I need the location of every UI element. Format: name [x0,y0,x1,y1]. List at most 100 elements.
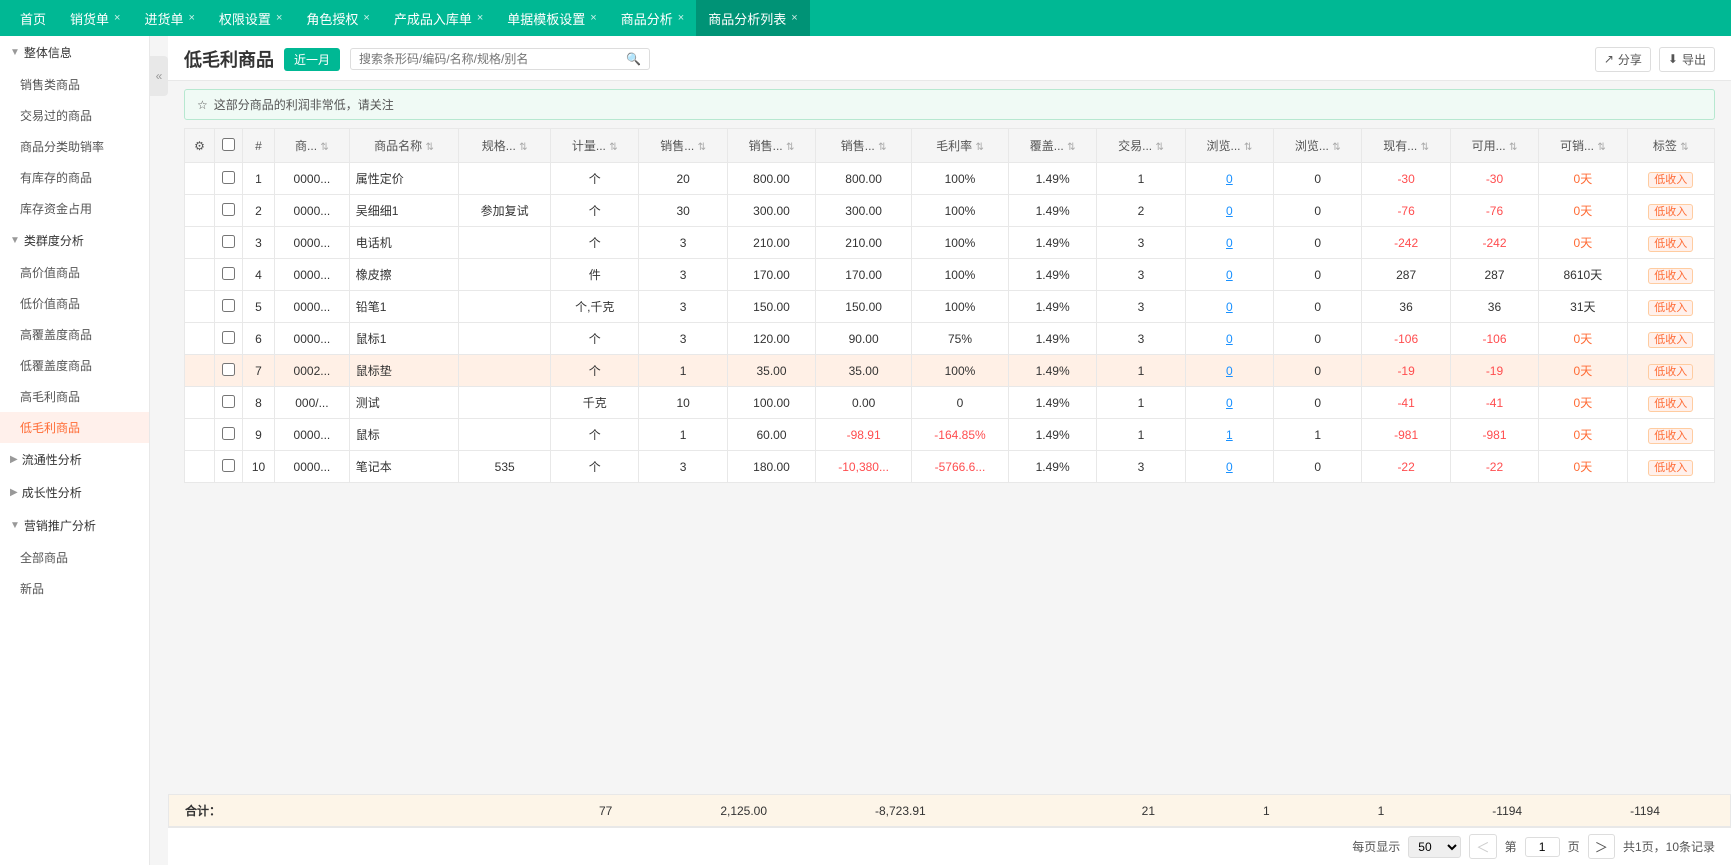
name-cell: 铅笔1 [349,291,458,323]
col-current-stock[interactable]: 现有... ⇅ [1362,129,1450,163]
sidebar-item-low-margin[interactable]: 低毛利商品 [0,412,149,443]
close-icon[interactable]: × [477,12,483,24]
view1-cell[interactable]: 0 [1185,163,1273,195]
chevron-down-icon: ▼ [10,520,20,531]
search-icon[interactable]: 🔍 [626,52,641,66]
col-code[interactable]: 商... ⇅ [275,129,350,163]
check-cell[interactable] [215,451,243,483]
filter-button[interactable]: 近一月 [284,48,340,71]
nav-goods-analysis[interactable]: 商品分析 × [609,0,696,36]
sidebar-item-high-value[interactable]: 高价值商品 [0,257,149,288]
close-icon[interactable]: × [114,12,120,24]
sidebar-item-low-value[interactable]: 低价值商品 [0,288,149,319]
check-cell[interactable] [215,387,243,419]
col-coverage[interactable]: 覆盖... ⇅ [1008,129,1096,163]
nav-permissions[interactable]: 权限设置 × [207,0,294,36]
col-unit[interactable]: 计量... ⇅ [551,129,639,163]
row-checkbox[interactable] [222,363,235,376]
check-cell[interactable] [215,163,243,195]
nav-home[interactable]: 首页 [8,0,58,36]
check-cell[interactable] [215,195,243,227]
sidebar-item-low-coverage[interactable]: 低覆盖度商品 [0,350,149,381]
nav-purchase-order[interactable]: 进货单 × [132,0,206,36]
check-cell[interactable] [215,291,243,323]
sidebar-group-cluster[interactable]: ▼ 类群度分析 [0,224,149,257]
check-cell[interactable] [215,355,243,387]
view1-cell[interactable]: 0 [1185,291,1273,323]
close-icon[interactable]: × [678,12,684,24]
view1-cell[interactable]: 0 [1185,355,1273,387]
row-checkbox[interactable] [222,459,235,472]
check-all-checkbox[interactable] [222,138,235,151]
nav-product-entry[interactable]: 产成品入库单 × [382,0,495,36]
close-icon[interactable]: × [590,12,596,24]
col-saleable[interactable]: 可销... ⇅ [1539,129,1627,163]
col-sale-price[interactable]: 销售... ⇅ [727,129,815,163]
close-icon[interactable]: × [276,12,282,24]
sidebar-item-stocked-goods[interactable]: 有库存的商品 [0,162,149,193]
row-checkbox[interactable] [222,299,235,312]
close-icon[interactable]: × [363,12,369,24]
view1-cell[interactable]: 0 [1185,227,1273,259]
nav-template-settings[interactable]: 单据模板设置 × [495,0,608,36]
sidebar-item-high-margin[interactable]: 高毛利商品 [0,381,149,412]
row-checkbox[interactable] [222,171,235,184]
sidebar-group-growth[interactable]: ▶ 成长性分析 [0,476,149,509]
col-tag[interactable]: 标签 ⇅ [1627,129,1714,163]
col-spec[interactable]: 规格... ⇅ [459,129,551,163]
col-check-all[interactable] [215,129,243,163]
view1-cell[interactable]: 1 [1185,419,1273,451]
sidebar-group-liquidity[interactable]: ▶ 流通性分析 [0,443,149,476]
check-cell[interactable] [215,259,243,291]
page-size-label: 每页显示 [1352,838,1400,855]
nav-sales-order[interactable]: 销货单 × [58,0,132,36]
view1-cell[interactable]: 0 [1185,259,1273,291]
sidebar-item-traded-goods[interactable]: 交易过的商品 [0,100,149,131]
view1-cell[interactable]: 0 [1185,451,1273,483]
col-view2[interactable]: 浏览... ⇅ [1274,129,1362,163]
row-checkbox[interactable] [222,331,235,344]
next-page-button[interactable]: ＞ [1588,834,1615,859]
sidebar-item-new-goods[interactable]: 新品 [0,573,149,604]
col-settings[interactable]: ⚙ [185,129,215,163]
nav-goods-analysis-list[interactable]: 商品分析列表 × [696,0,809,36]
row-checkbox[interactable] [222,235,235,248]
col-trans[interactable]: 交易... ⇅ [1097,129,1185,163]
sidebar-group-overall[interactable]: ▼ 整体信息 [0,36,149,69]
share-button[interactable]: ↗ 分享 [1595,47,1651,72]
close-icon[interactable]: × [188,12,194,24]
col-gross-rate[interactable]: 毛利率 ⇅ [912,129,1009,163]
page-size-select[interactable]: 50 100 200 [1408,836,1461,858]
check-cell[interactable] [215,227,243,259]
sidebar-collapse-button[interactable]: « [150,56,168,96]
col-name[interactable]: 商品名称 ⇅ [349,129,458,163]
sidebar-item-all-goods[interactable]: 全部商品 [0,542,149,573]
export-button[interactable]: ⬇ 导出 [1659,47,1715,72]
view1-cell[interactable]: 0 [1185,195,1273,227]
sidebar-item-category-rate[interactable]: 商品分类助销率 [0,131,149,162]
row-checkbox[interactable] [222,203,235,216]
view1-cell[interactable]: 0 [1185,323,1273,355]
check-cell[interactable] [215,419,243,451]
table-wrapper: ⚙ # 商... ⇅ 商品名称 ⇅ 规格... ⇅ 计量... ⇅ 销售... … [168,128,1731,794]
row-checkbox[interactable] [222,427,235,440]
sidebar-group-marketing[interactable]: ▼ 营销推广分析 [0,509,149,542]
close-icon[interactable]: × [791,12,797,24]
row-checkbox[interactable] [222,395,235,408]
name-cell: 电话机 [349,227,458,259]
check-cell[interactable] [215,323,243,355]
sidebar-item-capital[interactable]: 库存资金占用 [0,193,149,224]
row-checkbox[interactable] [222,267,235,280]
search-input[interactable] [359,52,626,66]
col-sale-profit[interactable]: 销售... ⇅ [816,129,912,163]
sidebar-item-sales-goods[interactable]: 销售类商品 [0,69,149,100]
page-number-input[interactable] [1525,837,1560,857]
nav-role-auth[interactable]: 角色授权 × [294,0,381,36]
col-available[interactable]: 可用... ⇅ [1450,129,1538,163]
prev-page-button[interactable]: ＜ [1469,834,1496,859]
sidebar-item-high-coverage[interactable]: 高覆盖度商品 [0,319,149,350]
page-label-post: 页 [1568,838,1580,855]
col-sale-qty[interactable]: 销售... ⇅ [639,129,727,163]
view1-cell[interactable]: 0 [1185,387,1273,419]
col-view1[interactable]: 浏览... ⇅ [1185,129,1273,163]
